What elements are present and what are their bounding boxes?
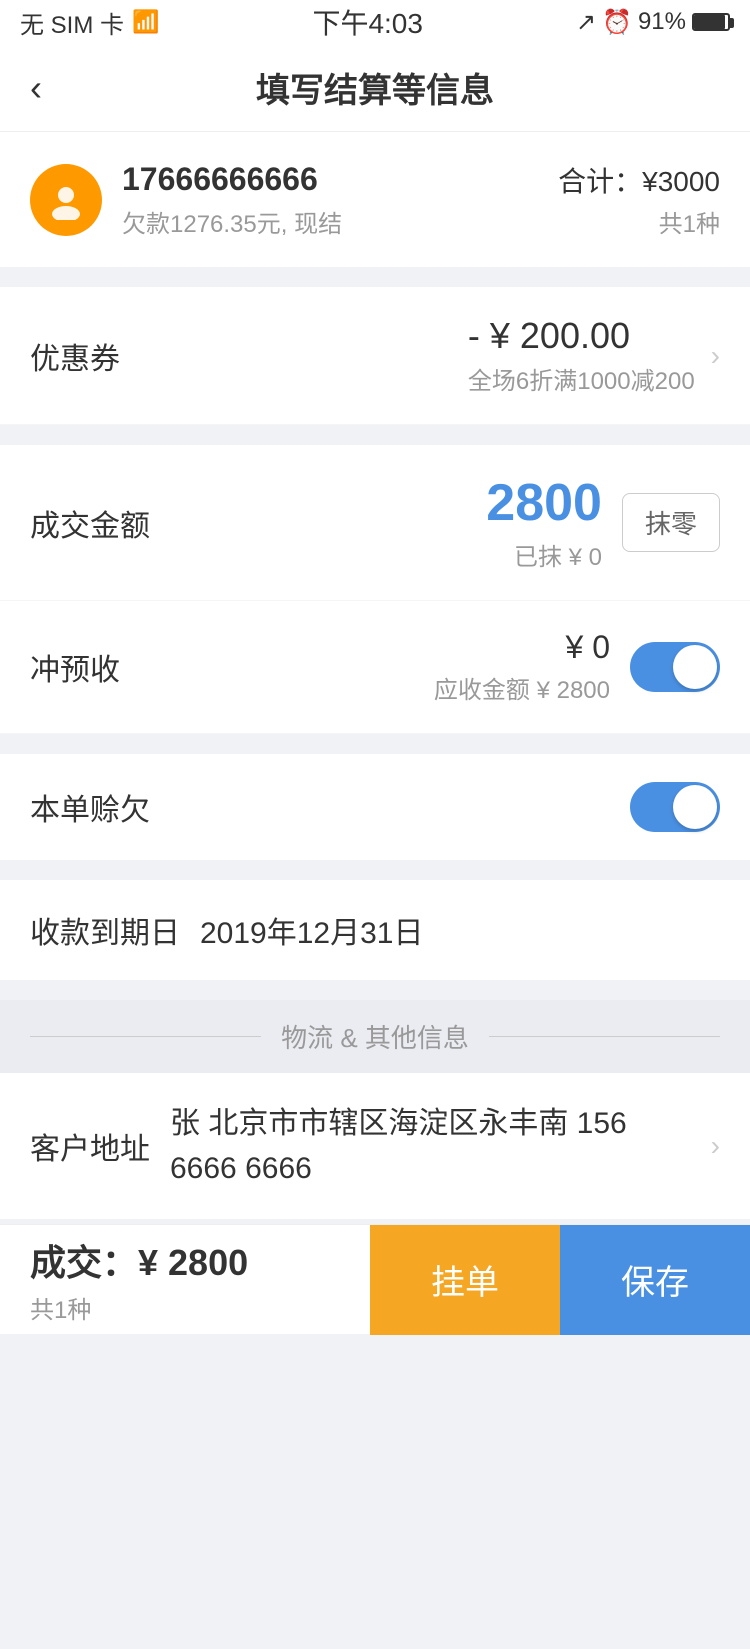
divider-line-left	[30, 1036, 261, 1037]
status-left: 无 SIM 卡 📶	[20, 5, 159, 40]
bottom-deal-amount: 成交：¥ 2800	[30, 1234, 340, 1286]
content: 17666666666 欠款1276.35元, 现结 合计：¥3000 共1种 …	[0, 132, 750, 1649]
toggle-knob	[673, 645, 717, 689]
gray-divider-5	[0, 980, 750, 1000]
due-date-label: 收款到期日	[30, 908, 180, 952]
deal-amount-row: 成交金额 2800 已抹 ¥ 0 抹零	[0, 445, 750, 601]
deal-label: 成交金额	[30, 501, 150, 545]
gray-divider-1	[0, 267, 750, 287]
customer-count: 共1种	[558, 204, 720, 239]
status-bar: 无 SIM 卡 📶 下午4:03 ↗ ⏰ 91%	[0, 0, 750, 44]
round-button[interactable]: 抹零	[622, 493, 720, 552]
credit-toggle[interactable]	[630, 782, 720, 832]
status-right: ↗ ⏰ 91%	[576, 8, 730, 37]
customer-phone: 17666666666	[122, 161, 342, 198]
pre-collect-label: 冲预收	[30, 645, 120, 689]
alarm-icon: ⏰	[602, 8, 632, 37]
status-time: 下午4:03	[312, 2, 423, 42]
address-content: 张 北京市市辖区海淀区永丰南 156 6666 6666	[170, 1101, 691, 1191]
battery-percent: 91%	[638, 8, 686, 36]
nav-bar: ‹ 填写结算等信息	[0, 44, 750, 132]
coupon-desc: 全场6折满1000减200	[468, 361, 695, 396]
pre-sub: 应收金额 ¥ 2800	[434, 670, 610, 705]
deal-amount-wrap: 2800 已抹 ¥ 0	[486, 473, 602, 572]
divider-text: 物流 & 其他信息	[281, 1018, 469, 1055]
due-date-value: 2019年12月31日	[200, 908, 423, 952]
gray-divider-2	[0, 425, 750, 445]
avatar	[30, 164, 102, 236]
deal-amount-number: 2800	[486, 473, 602, 533]
customer-total: 合计：¥3000	[558, 160, 720, 200]
customer-row: 17666666666 欠款1276.35元, 现结 合计：¥3000 共1种	[0, 132, 750, 267]
gray-divider-3	[0, 734, 750, 754]
address-label: 客户地址	[30, 1124, 150, 1168]
credit-toggle-knob	[673, 785, 717, 829]
pre-amount: ¥ 0	[434, 629, 610, 666]
divider-line-right	[489, 1036, 720, 1037]
gray-divider-4	[0, 860, 750, 880]
coupon-row[interactable]: 优惠券 - ¥ 200.00 全场6折满1000减200 ›	[0, 287, 750, 425]
bottom-count: 共1种	[30, 1290, 340, 1325]
credit-row: 本单赊欠	[0, 754, 750, 860]
customer-sub: 欠款1276.35元, 现结	[122, 204, 342, 239]
chevron-icon: ›	[711, 340, 720, 372]
due-date-row: 收款到期日 2019年12月31日	[0, 880, 750, 980]
hang-button[interactable]: 挂单	[370, 1225, 560, 1335]
credit-label: 本单赊欠	[30, 785, 150, 829]
carrier-text: 无 SIM 卡	[20, 5, 124, 40]
customer-info: 17666666666 欠款1276.35元, 现结	[122, 161, 342, 239]
bottom-bar: 成交：¥ 2800 共1种 挂单 保存	[0, 1224, 750, 1334]
address-chevron-icon: ›	[711, 1130, 720, 1162]
pre-right: ¥ 0 应收金额 ¥ 2800	[434, 629, 720, 705]
bottom-summary: 成交：¥ 2800 共1种	[0, 1234, 370, 1325]
customer-right: 合计：¥3000 共1种	[558, 160, 720, 239]
section-divider: 物流 & 其他信息	[0, 1000, 750, 1073]
pre-collect-toggle[interactable]	[630, 642, 720, 692]
deal-amount-sub: 已抹 ¥ 0	[486, 537, 602, 572]
pre-amount-wrap: ¥ 0 应收金额 ¥ 2800	[434, 629, 610, 705]
battery-icon	[692, 13, 730, 31]
pre-collect-row: 冲预收 ¥ 0 应收金额 ¥ 2800	[0, 601, 750, 734]
coupon-label: 优惠券	[30, 334, 120, 378]
location-icon: ↗	[576, 8, 596, 37]
coupon-amount: - ¥ 200.00	[468, 315, 695, 357]
customer-left: 17666666666 欠款1276.35元, 现结	[30, 161, 342, 239]
back-button[interactable]: ‹	[30, 67, 42, 109]
page-title: 填写结算等信息	[256, 63, 494, 112]
wifi-icon: 📶	[132, 9, 159, 35]
address-row[interactable]: 客户地址 张 北京市市辖区海淀区永丰南 156 6666 6666 ›	[0, 1073, 750, 1219]
deal-right: 2800 已抹 ¥ 0 抹零	[486, 473, 720, 572]
save-button[interactable]: 保存	[560, 1225, 750, 1335]
coupon-right: - ¥ 200.00 全场6折满1000减200 ›	[468, 315, 720, 396]
